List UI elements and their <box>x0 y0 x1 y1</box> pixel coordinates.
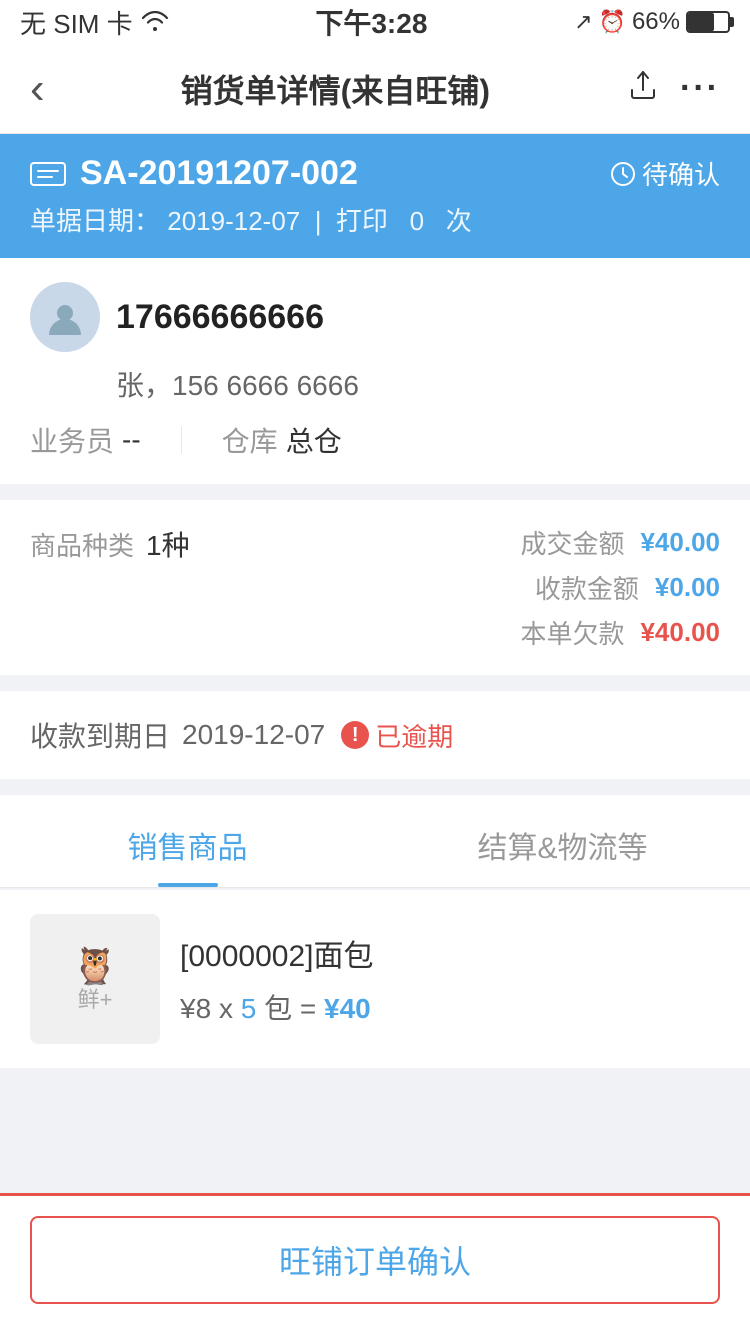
battery-percent: 66% <box>632 8 680 36</box>
status-time: 下午3:28 <box>315 2 427 42</box>
multiply-sign: x <box>219 993 241 1024</box>
due-row: 本单欠款 ¥40.00 <box>520 614 720 651</box>
status-right: ↗ ⏰ 66% <box>574 8 730 36</box>
type-label: 商品种类 <box>30 526 134 563</box>
due-date-label: 收款到期日 <box>30 715 170 755</box>
product-total: ¥40 <box>324 993 371 1024</box>
customer-phone: 17666666666 <box>116 298 324 337</box>
due-value: ¥40.00 <box>640 617 720 648</box>
meta-divider <box>181 426 182 454</box>
product-section: 🦉 鲜+ [0000002]面包 ¥8 x 5 包 = ¥40 <box>0 890 750 1068</box>
received-value: ¥0.00 <box>655 572 720 603</box>
due-date-section: 收款到期日 2019-12-07 ! 已逾期 <box>0 691 750 779</box>
product-thumbnail: 🦉 鲜+ <box>30 914 160 1044</box>
received-row: 收款金额 ¥0.00 <box>535 569 720 606</box>
transaction-label: 成交金额 <box>520 524 624 561</box>
status-bar: 无 SIM 卡 下午3:28 ↗ ⏰ 66% <box>0 0 750 44</box>
carrier-text: 无 SIM 卡 <box>20 4 133 41</box>
order-id-row: SA-20191207-002 待确认 <box>30 154 720 193</box>
status-left: 无 SIM 卡 <box>20 4 169 41</box>
warehouse-item: 仓库 总仓 <box>222 420 342 460</box>
nav-bar: ‹ 销货单详情(来自旺铺) ··· <box>0 44 750 134</box>
tab-settlement[interactable]: 结算&物流等 <box>375 795 750 887</box>
warehouse-value: 总仓 <box>286 420 342 460</box>
product-unit: 包 <box>264 993 292 1024</box>
order-header: SA-20191207-002 待确认 单据日期： 2019-12-07 | 打… <box>0 134 750 258</box>
product-logo: 🦉 鲜+ <box>73 944 118 1014</box>
order-date-row: 单据日期： 2019-12-07 | 打印 0 次 <box>30 201 720 238</box>
sales-rep-label: 业务员 <box>30 420 114 460</box>
summary-section: 商品种类 1种 成交金额 ¥40.00 收款金额 ¥0.00 本单欠款 ¥40.… <box>0 500 750 675</box>
more-icon[interactable]: ··· <box>680 69 720 108</box>
order-id: SA-20191207-002 <box>30 154 358 193</box>
sales-rep-item: 业务员 -- <box>30 420 141 460</box>
share-icon[interactable] <box>626 68 660 109</box>
customer-top: 17666666666 <box>30 282 720 352</box>
product-name: [0000002]面包 <box>180 931 720 975</box>
customer-section: 17666666666 张，156 6666 6666 业务员 -- 仓库 总仓 <box>0 258 750 484</box>
due-date-value: 2019-12-07 <box>182 719 325 751</box>
type-value: 1种 <box>146 524 190 564</box>
warehouse-label: 仓库 <box>222 420 278 460</box>
due-label: 本单欠款 <box>520 614 624 651</box>
confirm-order-button[interactable]: 旺铺订单确认 <box>30 1216 720 1304</box>
battery-icon <box>686 11 730 33</box>
transaction-value: ¥40.00 <box>640 527 720 558</box>
wifi-icon <box>141 7 169 38</box>
customer-avatar <box>30 282 100 352</box>
tabs-row: 销售商品 结算&物流等 <box>0 795 750 888</box>
product-qty: 5 <box>241 993 257 1024</box>
tabs-container: 销售商品 结算&物流等 <box>0 795 750 888</box>
summary-left: 商品种类 1种 <box>30 524 520 564</box>
product-price: ¥8 <box>180 993 211 1024</box>
customer-meta: 业务员 -- 仓库 总仓 <box>30 420 720 460</box>
bottom-button-container: 旺铺订单确认 <box>0 1193 750 1334</box>
transaction-row: 成交金额 ¥40.00 <box>520 524 720 561</box>
back-button[interactable]: ‹ <box>30 64 45 114</box>
alarm-icon: ⏰ <box>599 9 626 35</box>
summary-right: 成交金额 ¥40.00 收款金额 ¥0.00 本单欠款 ¥40.00 <box>520 524 720 651</box>
product-price-row: ¥8 x 5 包 = ¥40 <box>180 987 720 1027</box>
received-label: 收款金额 <box>535 569 639 606</box>
tab-sales-product[interactable]: 销售商品 <box>0 795 375 887</box>
sales-rep-value: -- <box>122 424 141 456</box>
overdue-badge: ! 已逾期 <box>341 717 453 754</box>
overdue-icon: ! <box>341 721 369 749</box>
page-title: 销货单详情(来自旺铺) <box>181 66 490 112</box>
overdue-label: 已逾期 <box>375 717 453 754</box>
customer-sub: 张，156 6666 6666 <box>30 364 720 404</box>
product-info: [0000002]面包 ¥8 x 5 包 = ¥40 <box>180 931 720 1027</box>
order-status: 待确认 <box>610 155 720 192</box>
nav-actions: ··· <box>626 68 720 109</box>
location-icon: ↗ <box>574 9 592 35</box>
equals-sign: = <box>300 993 324 1024</box>
